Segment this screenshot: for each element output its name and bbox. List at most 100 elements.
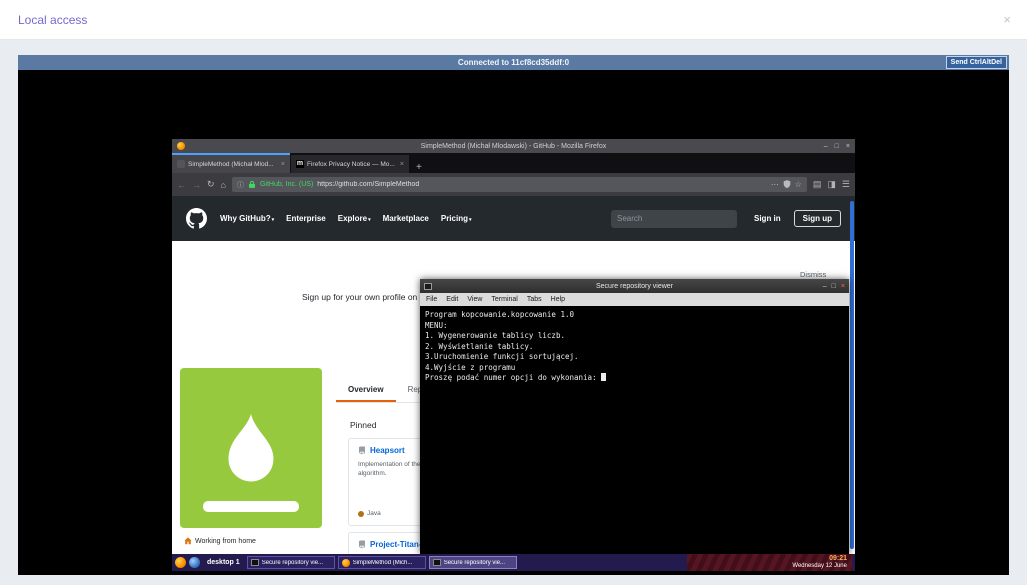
minimize-icon[interactable]: –: [824, 143, 828, 150]
repo-link-heapsort[interactable]: Heapsort: [370, 446, 405, 455]
desktop-pager-label[interactable]: desktop 1: [207, 559, 240, 566]
menu-terminal[interactable]: Terminal: [491, 296, 517, 303]
terminal-title-bar[interactable]: Secure repository viewer – □ ×: [420, 279, 849, 293]
menu-tabs[interactable]: Tabs: [527, 296, 542, 303]
terminal-line: 3.Uruchomienie funkcji sortującej.: [425, 352, 579, 361]
firefox-icon: [177, 142, 185, 150]
firefox-launcher-icon[interactable]: [175, 557, 186, 568]
terminal-title: Secure repository viewer: [595, 282, 674, 290]
nav-marketplace[interactable]: Marketplace: [383, 214, 429, 223]
taskbar-clock: 09:21 Wednesday 12 June: [687, 554, 852, 571]
signup-banner-text: Sign up for your own profile on GitH: [302, 292, 437, 302]
profile-status[interactable]: Working from home: [184, 537, 256, 545]
clock-date: Wednesday 12 June: [792, 563, 847, 569]
tab-overview[interactable]: Overview: [336, 380, 396, 402]
browser-tab-bar: SimpleMethod (Michał Mlod... × m Firefox…: [172, 153, 855, 173]
taskbar-window-firefox[interactable]: SimpleMethod (Mich...: [337, 556, 426, 569]
house-icon: [184, 537, 192, 545]
remote-screen[interactable]: SimpleMethod (Michał Mlodawski) - GitHub…: [18, 70, 1009, 575]
close-icon[interactable]: ×: [841, 283, 845, 290]
tab-privacy-notice[interactable]: m Firefox Privacy Notice — Mo... ×: [291, 155, 409, 173]
maximize-icon[interactable]: □: [832, 283, 836, 290]
chevron-down-icon: ▾: [468, 217, 472, 223]
send-ctrl-alt-del-button[interactable]: Send CtrlAltDel: [945, 56, 1007, 69]
tab-label: Firefox Privacy Notice — Mo...: [307, 160, 395, 168]
taskbar-window-title: Secure repository vie...: [443, 559, 506, 566]
remote-console: Connected to 11cf8cd35ddf:0 Send CtrlAlt…: [18, 55, 1009, 575]
clock-time: 09:21: [829, 555, 847, 562]
menu-view[interactable]: View: [467, 296, 482, 303]
taskbar-window-title: Secure repository vie...: [261, 559, 324, 566]
reload-icon[interactable]: ↻: [207, 179, 215, 190]
dismiss-link[interactable]: Dismiss: [800, 270, 826, 279]
connection-status: Connected to 11cf8cd35ddf:0: [457, 58, 570, 67]
terminal-line: MENU:: [425, 320, 448, 330]
page-actions-icon[interactable]: ⋯: [771, 180, 779, 189]
browser-toolbar: ← → ↻ ⌂ ⓘ GitHub, Inc. (US) https://gith…: [172, 173, 855, 196]
new-tab-button[interactable]: +: [409, 162, 429, 173]
tab-simplemethod[interactable]: SimpleMethod (Michał Mlod... ×: [172, 153, 290, 173]
forward-icon[interactable]: →: [192, 180, 201, 190]
sidebar-icon[interactable]: ◨: [827, 179, 836, 190]
terminal-icon: [424, 282, 432, 290]
page-title: Local access: [18, 13, 88, 27]
terminal-line: Program kopcowanie.kopcowanie 1.0: [425, 310, 575, 319]
nav-pricing[interactable]: Pricing▾: [441, 214, 472, 223]
lock-icon: [248, 180, 255, 188]
avatar-logo-bar: [203, 501, 299, 512]
home-icon[interactable]: ⌂: [221, 180, 226, 190]
nav-explore[interactable]: Explore▾: [338, 214, 371, 223]
github-header: Why GitHub?▾ Enterprise Explore▾ Marketp…: [172, 196, 855, 241]
sign-up-button[interactable]: Sign up: [793, 210, 841, 227]
terminal-output[interactable]: Program kopcowanie.kopcowanie 1.0 MENU: …: [420, 306, 849, 554]
sign-in-link[interactable]: Sign in: [754, 214, 781, 223]
terminal-icon: [250, 559, 259, 566]
mozilla-favicon: m: [296, 160, 304, 168]
menu-edit[interactable]: Edit: [446, 296, 458, 303]
terminal-line: 4.Wyjście z programu: [425, 362, 516, 372]
menu-help[interactable]: Help: [551, 296, 565, 303]
nav-why-github[interactable]: Why GitHub?▾: [220, 214, 274, 223]
github-nav: Why GitHub?▾ Enterprise Explore▾ Marketp…: [220, 214, 472, 223]
minimize-icon[interactable]: –: [823, 283, 827, 290]
github-search-input[interactable]: [611, 209, 737, 228]
shield-icon[interactable]: [783, 180, 791, 189]
tab-close-icon[interactable]: ×: [281, 161, 285, 168]
firefox-window-title: SimpleMethod (Michał Mlodawski) - GitHub…: [420, 142, 607, 150]
back-icon[interactable]: ←: [177, 180, 186, 190]
chevron-down-icon: ▾: [271, 217, 275, 223]
taskbar: desktop 1 Secure repository vie... Simpl…: [172, 554, 855, 571]
terminal-menu-bar: File Edit View Terminal Tabs Help: [420, 293, 849, 306]
terminal-icon: [432, 559, 441, 566]
tab-close-icon[interactable]: ×: [400, 161, 404, 168]
taskbar-window-terminal-1[interactable]: Secure repository vie...: [246, 556, 335, 569]
bookmark-star-icon[interactable]: ☆: [795, 180, 802, 189]
terminal-line: Proszę podać numer opcji do wykonania:: [425, 373, 844, 384]
library-icon[interactable]: ▤: [813, 179, 822, 190]
repo-link-project-titan[interactable]: Project-Titan-: [370, 540, 421, 549]
firefox-title-bar[interactable]: SimpleMethod (Michał Mlodawski) - GitHub…: [172, 139, 855, 153]
taskbar-window-terminal-2[interactable]: Secure repository vie...: [428, 556, 517, 569]
pinned-heading: Pinned: [350, 420, 377, 430]
app-header: Local access ×: [0, 0, 1027, 40]
url-text[interactable]: https://github.com/SimpleMethod: [317, 181, 766, 188]
window-controls: – □ ×: [823, 279, 845, 293]
app-launcher-icon[interactable]: [189, 557, 200, 568]
language-dot-icon: [358, 510, 364, 517]
nav-enterprise[interactable]: Enterprise: [286, 214, 326, 223]
firefox-icon: [341, 558, 350, 567]
terminal-cursor: [601, 373, 607, 381]
maximize-icon[interactable]: □: [835, 143, 839, 150]
terminal-line: 1. Wygenerowanie tablicy liczb.: [425, 331, 565, 340]
terminal-window: Secure repository viewer – □ × File Edit…: [420, 279, 849, 554]
page-info-icon[interactable]: ⓘ: [237, 180, 244, 190]
page-scrollbar[interactable]: [850, 201, 854, 549]
close-icon[interactable]: ×: [846, 143, 850, 150]
profile-avatar[interactable]: [180, 368, 322, 528]
url-bar[interactable]: ⓘ GitHub, Inc. (US) https://github.com/S…: [231, 177, 807, 192]
close-icon[interactable]: ×: [1003, 12, 1011, 27]
menu-icon[interactable]: ☰: [842, 179, 850, 190]
menu-file[interactable]: File: [426, 296, 437, 303]
site-identity-label[interactable]: GitHub, Inc. (US): [260, 181, 313, 188]
github-logo-icon[interactable]: [186, 208, 207, 229]
